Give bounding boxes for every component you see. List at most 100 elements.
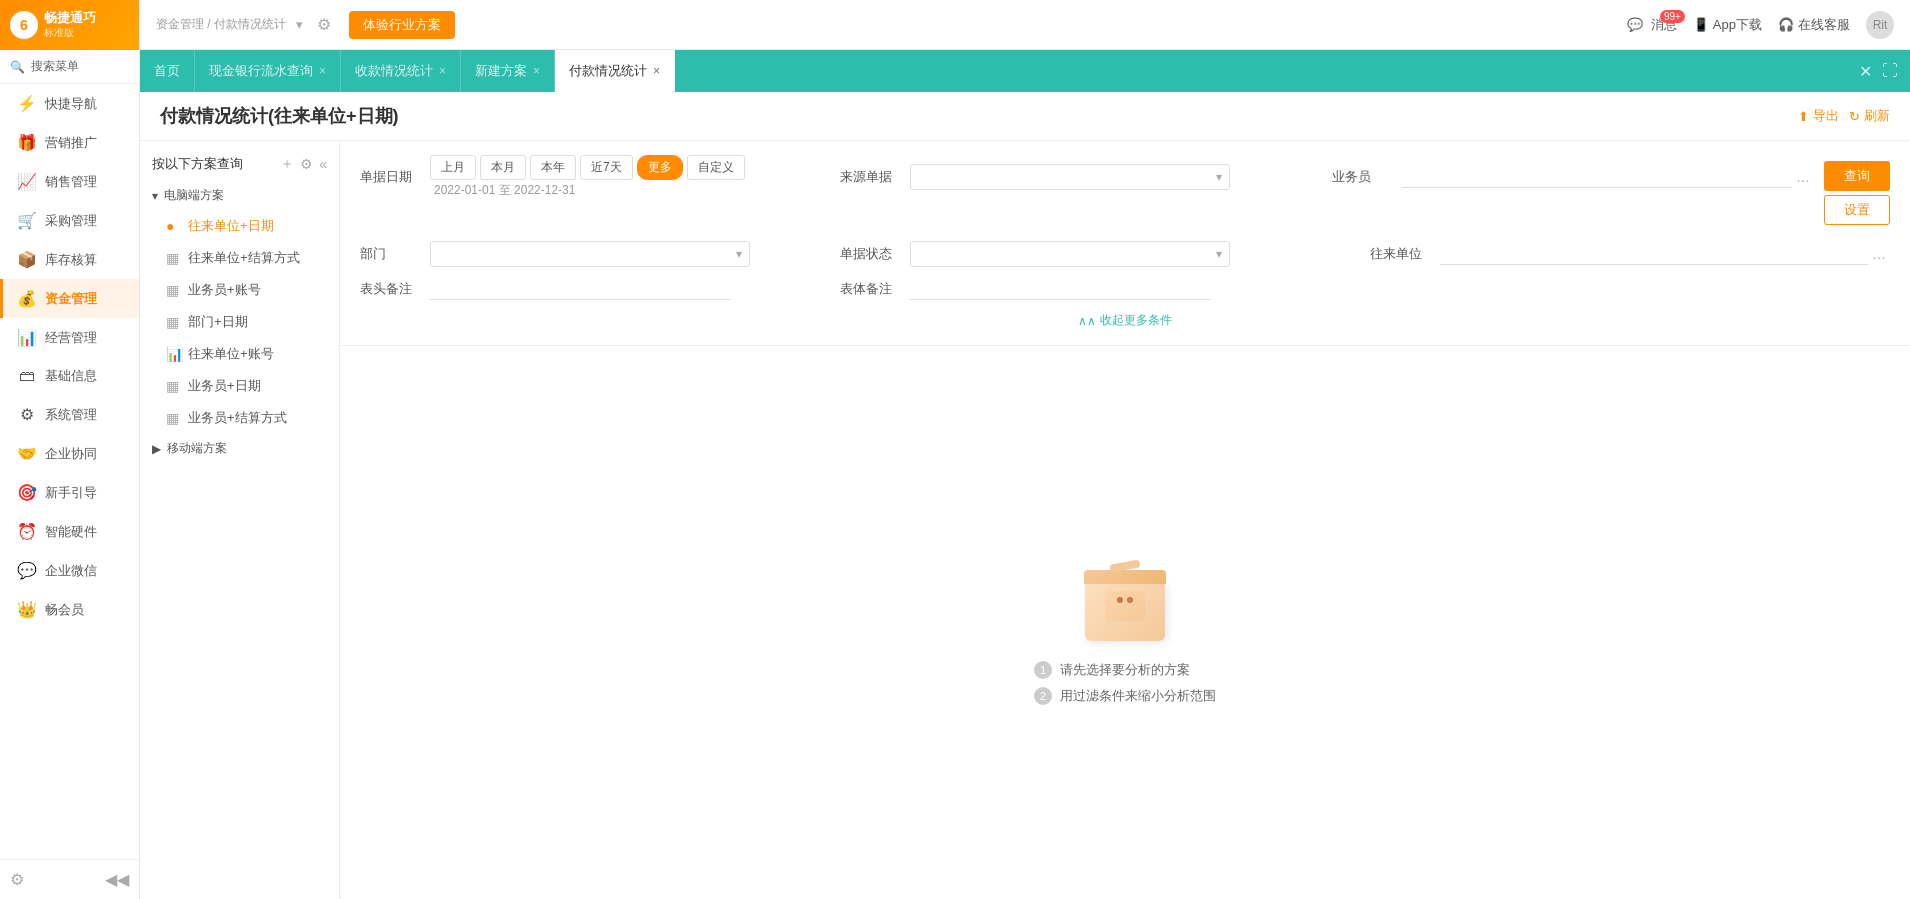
tab-home[interactable]: 首页 — [140, 50, 195, 92]
tabbar-actions: ✕ ⛶ — [1847, 50, 1910, 92]
date-btn-custom[interactable]: 自定义 — [687, 155, 745, 180]
sidebar-item-label: 企业协同 — [45, 445, 97, 463]
online-service-button[interactable]: 🎧 在线客服 — [1778, 16, 1850, 34]
query-button[interactable]: 查询 — [1824, 161, 1890, 191]
tab-receipt-stats[interactable]: 收款情况统计 × — [341, 50, 461, 92]
sidebar-item-label: 经营管理 — [45, 329, 97, 347]
scheme-item-staff-settle[interactable]: ▦ 业务员+结算方式 — [140, 402, 339, 434]
add-scheme-button[interactable]: ＋ — [280, 155, 294, 173]
user-avatar[interactable]: Rit — [1866, 11, 1894, 39]
page-header-actions: ⬆ 导出 ↻ 刷新 — [1798, 107, 1890, 125]
refresh-button[interactable]: ↻ 刷新 — [1849, 107, 1890, 125]
app-download-button[interactable]: 📱 App下载 — [1693, 16, 1762, 34]
sidebar-item-member[interactable]: 👑 畅会员 — [0, 590, 139, 629]
footer-collapse-icon[interactable]: ◀◀ — [105, 870, 129, 889]
trial-button[interactable]: 体验行业方案 — [349, 11, 455, 39]
sidebar-item-quick-nav[interactable]: ⚡ 快捷导航 — [0, 84, 139, 123]
user-avatar-text: Rit — [1873, 18, 1888, 32]
scheme-item-staff-date[interactable]: ▦ 业务员+日期 — [140, 370, 339, 402]
desktop-scheme-section[interactable]: ▾ 电脑端方案 — [140, 181, 339, 210]
tab-new-scheme[interactable]: 新建方案 × — [461, 50, 555, 92]
guide-icon: 🎯 — [17, 483, 37, 502]
scheme-item-staff-account[interactable]: ▦ 业务员+账号 — [140, 274, 339, 306]
sidebar-item-wechat[interactable]: 💬 企业微信 — [0, 551, 139, 590]
date-btn-this-month[interactable]: 本月 — [480, 155, 526, 180]
footer-settings-icon[interactable]: ⚙ — [10, 870, 24, 889]
status-select[interactable] — [910, 241, 1230, 267]
setting-button[interactable]: 设置 — [1824, 195, 1890, 225]
filter-area: 单据日期 上月 本月 本年 近7天 更多 自定义 — [340, 141, 1910, 346]
tab-payment-stats-close[interactable]: × — [653, 64, 660, 78]
tab-new-scheme-close[interactable]: × — [533, 64, 540, 78]
date-range-text: 2022-01-01 至 2022-12-31 — [434, 182, 745, 199]
expand-tab-button[interactable]: ⛶ — [1878, 58, 1902, 84]
empty-tip-1: 1 请先选择要分析的方案 — [1034, 661, 1216, 679]
sidebar: 6 畅捷通巧 标准版 🔍 搜索菜单 ⚡ 快捷导航 🎁 营销推广 📈 销售管理 🛒… — [0, 0, 140, 899]
enterprise-icon: 🤝 — [17, 444, 37, 463]
scheme-item-label: 往来单位+结算方式 — [188, 249, 300, 267]
sidebar-item-operations[interactable]: 📊 经营管理 — [0, 318, 139, 357]
source-select[interactable] — [910, 164, 1230, 190]
staff-ellipsis-button[interactable]: … — [1792, 169, 1814, 185]
filter-action-buttons: 查询 设置 — [1814, 155, 1890, 231]
messages-button[interactable]: 💬 99+ 消息 — [1627, 16, 1677, 34]
export-button[interactable]: ⬆ 导出 — [1798, 107, 1839, 125]
system-icon: ⚙ — [17, 405, 37, 424]
quick-nav-icon: ⚡ — [17, 94, 37, 113]
partner-ellipsis-button[interactable]: … — [1868, 246, 1890, 262]
collapse-scheme-button[interactable]: « — [319, 155, 327, 173]
date-btn-last-month[interactable]: 上月 — [430, 155, 476, 180]
sidebar-item-purchase[interactable]: 🛒 采购管理 — [0, 201, 139, 240]
scheme-item-partner-settle[interactable]: ▦ 往来单位+结算方式 — [140, 242, 339, 274]
status-label: 单据状态 — [840, 245, 910, 263]
sidebar-item-system[interactable]: ⚙ 系统管理 — [0, 395, 139, 434]
scheme-item-label: 业务员+日期 — [188, 377, 261, 395]
mobile-scheme-section[interactable]: ▶ 移动端方案 — [140, 434, 339, 463]
scheme-item-label: 业务员+结算方式 — [188, 409, 287, 427]
scheme-panel-title: 按以下方案查询 — [152, 155, 243, 173]
sidebar-item-basic[interactable]: 🗃 基础信息 — [0, 357, 139, 395]
sidebar-item-finance[interactable]: 💰 资金管理 — [0, 279, 139, 318]
sidebar-item-guide[interactable]: 🎯 新手引导 — [0, 473, 139, 512]
empty-illustration-face — [1105, 591, 1145, 621]
desktop-section-label: 电脑端方案 — [164, 187, 224, 204]
date-btn-7days[interactable]: 近7天 — [580, 155, 633, 180]
tip-text-1: 请先选择要分析的方案 — [1060, 661, 1190, 679]
scheme-item-dept-date[interactable]: ▦ 部门+日期 — [140, 306, 339, 338]
date-btn-this-year[interactable]: 本年 — [530, 155, 576, 180]
sidebar-item-sales[interactable]: 📈 销售管理 — [0, 162, 139, 201]
dept-select[interactable] — [430, 241, 750, 267]
sidebar-search[interactable]: 🔍 搜索菜单 — [0, 50, 139, 84]
scheme-item-partner-date[interactable]: ● 往来单位+日期 — [140, 210, 339, 242]
date-label: 单据日期 — [360, 168, 430, 186]
sidebar-item-marketing[interactable]: 🎁 营销推广 — [0, 123, 139, 162]
sidebar-item-label: 销售管理 — [45, 173, 97, 191]
close-all-tabs-button[interactable]: ✕ — [1855, 58, 1876, 85]
header-remark-input[interactable] — [430, 277, 730, 300]
scheme-item-label: 业务员+账号 — [188, 281, 261, 299]
scheme-item-table-icon5: ▦ — [166, 410, 182, 426]
body-remark-input[interactable] — [910, 277, 1210, 300]
tab-cash-flow[interactable]: 现金银行流水查询 × — [195, 50, 341, 92]
tab-home-label: 首页 — [154, 62, 180, 80]
sidebar-item-inventory[interactable]: 📦 库存核算 — [0, 240, 139, 279]
tab-payment-stats[interactable]: 付款情况统计 × — [555, 50, 675, 92]
scheme-item-chart-icon: 📊 — [166, 346, 182, 362]
sidebar-item-enterprise[interactable]: 🤝 企业协同 — [0, 434, 139, 473]
export-label: 导出 — [1813, 107, 1839, 125]
topbar-dropdown-arrow[interactable]: ▾ — [296, 17, 303, 32]
logo-sub: 标准版 — [44, 26, 96, 40]
page-header: 付款情况统计(往来单位+日期) ⬆ 导出 ↻ 刷新 — [140, 92, 1910, 141]
scheme-item-label: 往来单位+日期 — [188, 217, 274, 235]
basic-icon: 🗃 — [17, 367, 37, 385]
sidebar-item-hardware[interactable]: ⏰ 智能硬件 — [0, 512, 139, 551]
collapse-button[interactable]: ∧∧ 收起更多条件 — [1078, 312, 1172, 329]
search-label: 搜索菜单 — [31, 58, 79, 75]
tab-cash-flow-close[interactable]: × — [319, 64, 326, 78]
sidebar-item-label: 系统管理 — [45, 406, 97, 424]
scheme-item-partner-account[interactable]: 📊 往来单位+账号 — [140, 338, 339, 370]
date-btn-more[interactable]: 更多 — [637, 155, 683, 180]
tab-receipt-stats-close[interactable]: × — [439, 64, 446, 78]
scheme-settings-button[interactable]: ⚙ — [300, 155, 313, 173]
topbar-gear-icon[interactable]: ⚙ — [317, 15, 331, 34]
